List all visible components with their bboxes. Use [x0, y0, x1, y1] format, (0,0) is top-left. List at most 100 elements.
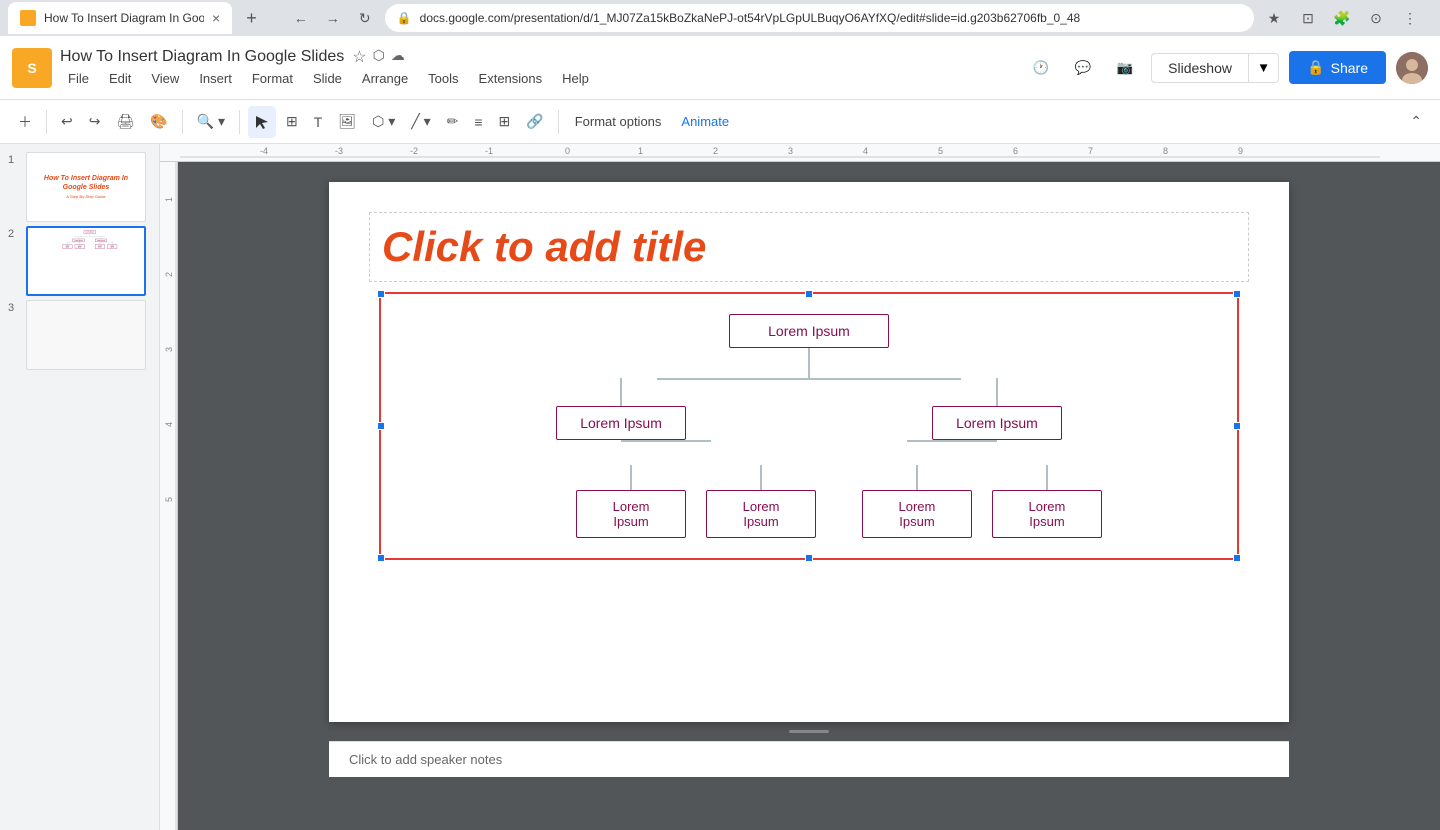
cloud-icon[interactable]: ☁ [391, 47, 405, 67]
handle-bottom-middle[interactable] [805, 554, 813, 562]
handle-top-middle[interactable] [805, 290, 813, 298]
menu-dots-button[interactable]: ⋮ [1396, 4, 1424, 32]
slide-thumb-3[interactable] [26, 300, 146, 370]
toolbar-pen-button[interactable]: ✏ [441, 106, 465, 138]
handle-top-right[interactable] [1233, 290, 1241, 298]
menu-slide[interactable]: Slide [305, 69, 350, 88]
handle-middle-right[interactable] [1233, 422, 1241, 430]
toolbar-link-button[interactable]: 🔗 [520, 106, 549, 138]
left-h-connector [576, 440, 756, 465]
app-header: S How To Insert Diagram In Google Slides… [0, 36, 1440, 100]
separator-1 [46, 110, 47, 134]
notes-bar[interactable]: Click to add speaker notes [329, 741, 1289, 777]
menu-arrange[interactable]: Arrange [354, 69, 416, 88]
toolbar-textbox-button[interactable]: T [308, 106, 329, 138]
toolbar-layout-button[interactable]: ⊞ [280, 106, 304, 138]
slide-canvas[interactable]: Click to add title [329, 182, 1289, 722]
org-node-child-right[interactable]: Lorem Ipsum [932, 406, 1062, 440]
profile-button[interactable]: ⊙ [1362, 4, 1390, 32]
handle-middle-left[interactable] [377, 422, 385, 430]
menu-edit[interactable]: Edit [101, 69, 139, 88]
org-node-gc1[interactable]: Lorem Ipsum [576, 490, 686, 538]
new-tab-button[interactable]: + [238, 4, 265, 33]
diagram-container[interactable]: Lorem Ipsum [379, 292, 1239, 560]
connector-root-v [808, 348, 810, 378]
handle-bottom-right[interactable] [1233, 554, 1241, 562]
toolbar-shapes-button[interactable]: ⬡ ▾ [366, 106, 401, 138]
toolbar-cursor-button[interactable] [248, 106, 276, 138]
menu-view[interactable]: View [143, 69, 187, 88]
back-button[interactable]: ← [287, 4, 315, 32]
vruler-svg: 1 2 3 4 5 [160, 162, 178, 830]
slideshow-dropdown-button[interactable]: ▼ [1249, 53, 1279, 83]
tab-close-button[interactable]: × [212, 10, 220, 26]
slide-thumb-2[interactable]: Lorem Ipsum Lorem Ipsum Lorem Ipsum [26, 226, 146, 296]
address-bar[interactable]: 🔒 docs.google.com/presentation/d/1_MJ07Z… [385, 4, 1254, 32]
handle-top-left[interactable] [377, 290, 385, 298]
title-placeholder-box[interactable]: Click to add title [369, 212, 1249, 282]
slide-number-2: 2 [8, 228, 20, 240]
menu-file[interactable]: File [60, 69, 97, 88]
comments-button[interactable]: 💬 [1067, 52, 1099, 84]
toolbar-paintformat-button[interactable]: 🎨 [144, 106, 173, 138]
cast-button[interactable]: ⊡ [1294, 4, 1322, 32]
bookmark-star-button[interactable]: ★ [1260, 4, 1288, 32]
history-button[interactable]: 🕐 [1025, 52, 1057, 84]
handle-bottom-left[interactable] [377, 554, 385, 562]
thumb1-title: How To Insert Diagram InGoogle Slides [44, 175, 128, 192]
menu-format[interactable]: Format [244, 69, 301, 88]
share-button[interactable]: 🔒 Share [1289, 51, 1386, 84]
animate-button[interactable]: Animate [673, 110, 737, 133]
meet-button[interactable]: 📷 [1109, 52, 1141, 84]
reload-button[interactable]: ↻ [351, 4, 379, 32]
forward-button[interactable]: → [319, 4, 347, 32]
browser-tab[interactable]: How To Insert Diagram In Google... × [8, 2, 232, 34]
org-node-child-left[interactable]: Lorem Ipsum [556, 406, 686, 440]
slide-title-area: Click to add title [329, 182, 1289, 292]
presentation-title[interactable]: How To Insert Diagram In Google Slides [60, 48, 344, 66]
canvas-wrapper: -4 -3 -2 -1 0 1 2 3 4 5 6 7 8 9 [160, 144, 1440, 830]
toolbar-add-button[interactable]: ＋ [12, 106, 38, 138]
app-title-row: How To Insert Diagram In Google Slides ☆… [60, 47, 1025, 67]
horizontal-ruler: -4 -3 -2 -1 0 1 2 3 4 5 6 7 8 9 [160, 144, 1440, 162]
left-branch: Lorem Ipsum Lorem Ipsum [556, 440, 776, 538]
svg-text:3: 3 [164, 347, 174, 352]
star-icon[interactable]: ☆ [352, 47, 366, 67]
extension-button[interactable]: 🧩 [1328, 4, 1356, 32]
toolbar-table-button[interactable]: ⊞ [493, 106, 517, 138]
menu-tools[interactable]: Tools [420, 69, 466, 88]
svg-text:5: 5 [938, 146, 943, 156]
menu-extensions[interactable]: Extensions [471, 69, 551, 88]
toolbar: ＋ ↩ ↪ 🖨 🎨 🔍 ▾ ⊞ T 🖼 ⬡ ▾ ╱ ▾ ✏ ≡ ⊞ 🔗 Form… [0, 100, 1440, 144]
menu-insert[interactable]: Insert [191, 69, 240, 88]
toolbar-print-button[interactable]: 🖨 [110, 106, 140, 138]
org-node-root[interactable]: Lorem Ipsum [729, 314, 889, 348]
toolbar-redo-button[interactable]: ↪ [83, 106, 107, 138]
slideshow-button[interactable]: Slideshow [1151, 53, 1249, 83]
user-avatar[interactable] [1396, 52, 1428, 84]
toolbar-right: ⌃ [1404, 106, 1428, 138]
toolbar-line-button[interactable]: ╱ ▾ [405, 106, 436, 138]
menu-help[interactable]: Help [554, 69, 597, 88]
slide-number-3: 3 [8, 302, 20, 314]
toolbar-zoom-button[interactable]: 🔍 ▾ [191, 106, 231, 138]
svg-text:7: 7 [1088, 146, 1093, 156]
slide-thumb-1[interactable]: How To Insert Diagram InGoogle Slides A … [26, 152, 146, 222]
format-options-button[interactable]: Format options [567, 110, 670, 133]
org-node-gc4[interactable]: Lorem Ipsum [992, 490, 1102, 538]
toolbar-paragraph-button[interactable]: ≡ [468, 106, 488, 138]
vertical-ruler: 1 2 3 4 5 [160, 162, 178, 830]
slide-title-placeholder[interactable]: Click to add title [382, 223, 706, 270]
canvas-scroll-area: Click to add title [178, 162, 1440, 830]
toolbar-image-button[interactable]: 🖼 [332, 106, 362, 138]
menu-bar: File Edit View Insert Format Slide Arran… [60, 69, 1025, 88]
cursor-icon [254, 114, 270, 130]
lock-icon: 🔒 [397, 11, 412, 25]
drive-icon[interactable]: ⬡ [373, 47, 385, 67]
notes-placeholder[interactable]: Click to add speaker notes [349, 752, 502, 767]
org-node-gc3[interactable]: Lorem Ipsum [862, 490, 972, 538]
org-node-gc2[interactable]: Lorem Ipsum [706, 490, 816, 538]
toolbar-undo-button[interactable]: ↩ [55, 106, 79, 138]
connector-h-level2 [657, 378, 961, 380]
toolbar-collapse-button[interactable]: ⌃ [1404, 106, 1428, 138]
